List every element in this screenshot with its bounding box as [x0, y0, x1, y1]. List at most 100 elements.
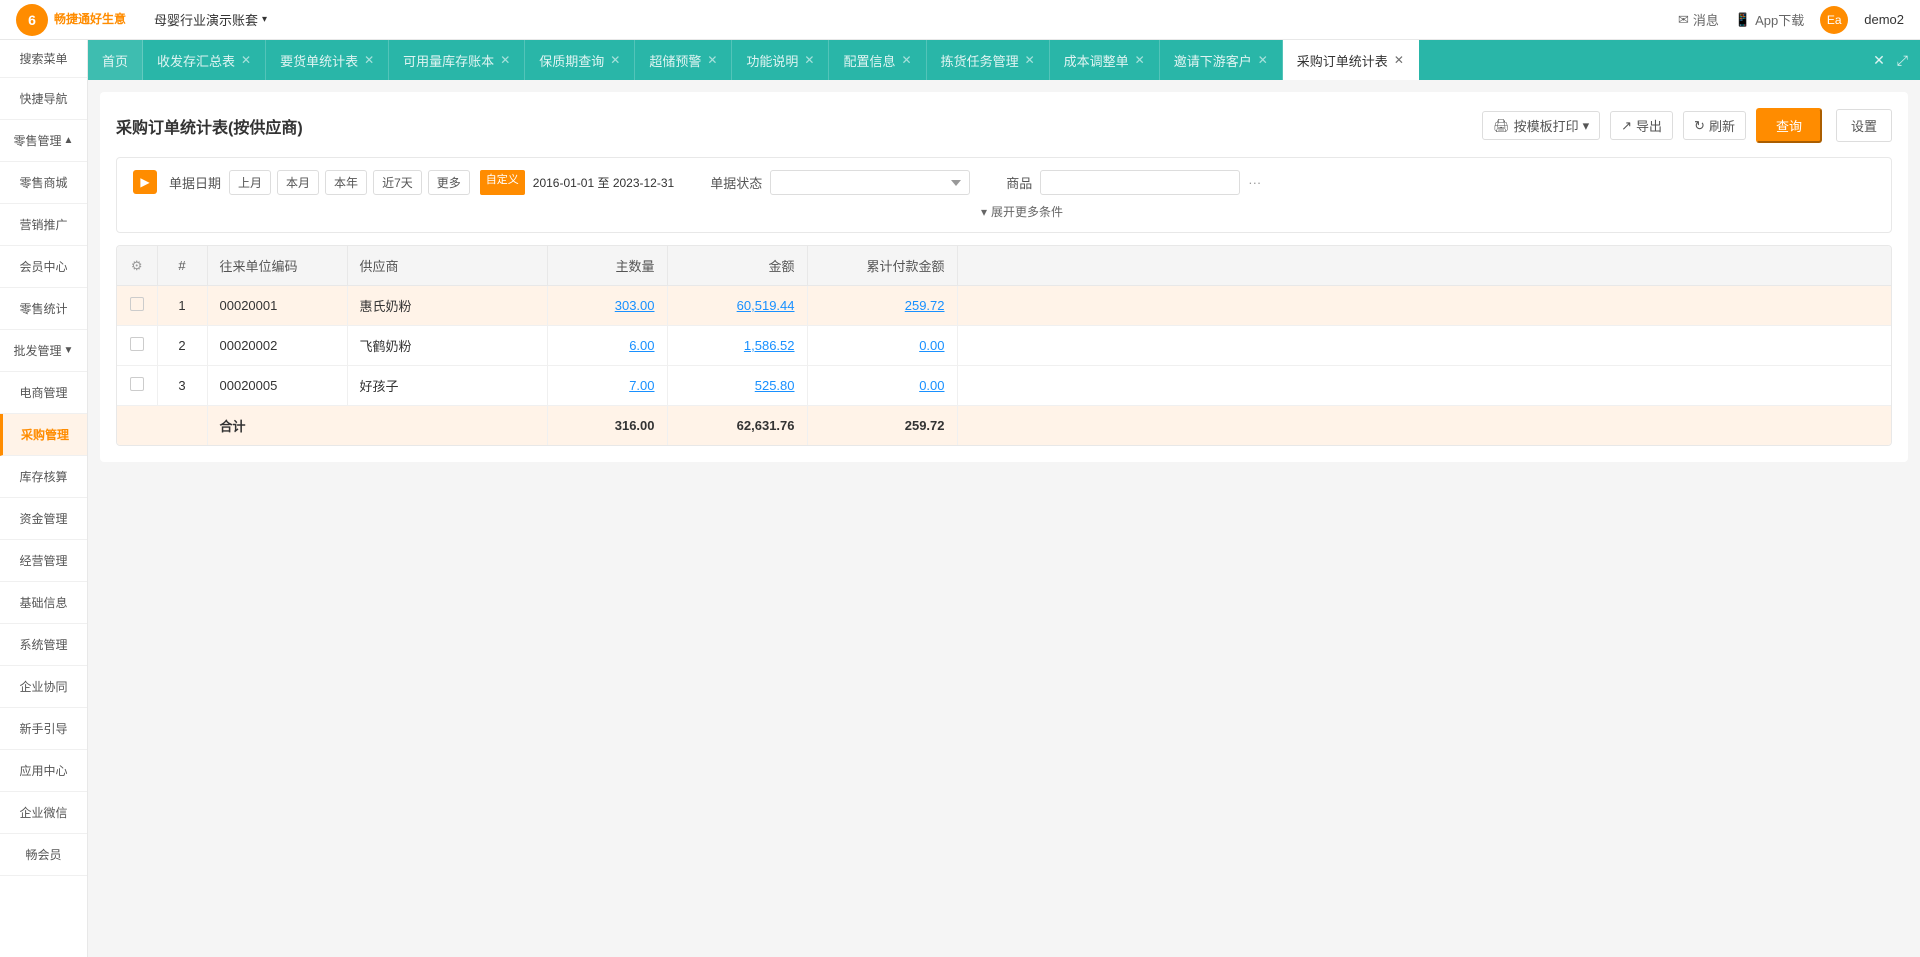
amount-link[interactable]: 60,519.44: [737, 298, 795, 313]
query-button[interactable]: 查询: [1756, 108, 1822, 143]
row-checkbox[interactable]: [117, 326, 157, 366]
sidebar-item-system[interactable]: 系统管理: [0, 624, 87, 666]
tab-cost-adjust[interactable]: 成本调整单 ✕: [1050, 40, 1160, 80]
tab-maximize-button[interactable]: ⤢: [1893, 50, 1912, 71]
filter-toggle-button[interactable]: ▶: [133, 170, 157, 194]
row-supplier: 飞鹤奶粉: [347, 326, 547, 366]
checkbox-icon[interactable]: [130, 377, 144, 391]
tab-close-icon[interactable]: ✕: [1025, 53, 1035, 67]
filter-7days[interactable]: 近7天: [373, 170, 422, 195]
filter-more-dates[interactable]: 更多: [428, 170, 470, 195]
qty-link[interactable]: 6.00: [629, 338, 654, 353]
status-select[interactable]: [770, 170, 970, 195]
filter-this-year[interactable]: 本年: [325, 170, 367, 195]
sidebar-item-members[interactable]: 会员中心: [0, 246, 87, 288]
print-button[interactable]: 🖨 按模板打印 ▾: [1482, 111, 1600, 140]
sidebar-item-retail-mgmt[interactable]: 零售管理 ▲: [0, 120, 87, 162]
amount-link[interactable]: 1,586.52: [744, 338, 795, 353]
tab-overstock[interactable]: 超储预警 ✕: [635, 40, 732, 80]
row-checkbox[interactable]: [117, 286, 157, 326]
tab-close-icon[interactable]: ✕: [241, 53, 251, 67]
tab-close-icon[interactable]: ✕: [500, 53, 510, 67]
tab-close-icon[interactable]: ✕: [364, 53, 374, 67]
paid-link[interactable]: 0.00: [919, 338, 944, 353]
sidebar-item-retail-store[interactable]: 零售商城: [0, 162, 87, 204]
workspace-selector[interactable]: 母婴行业演示账套 ▾: [154, 10, 267, 29]
chevron-down-icon: ▾: [262, 14, 267, 25]
settings-button[interactable]: 设置: [1836, 109, 1892, 142]
sidebar-item-quicknav[interactable]: 快捷导航: [0, 78, 87, 120]
content: 采购订单统计表(按供应商) 🖨 按模板打印 ▾ ↗ 导出 ↻: [88, 80, 1920, 957]
amount-link[interactable]: 525.80: [755, 378, 795, 393]
tab-invite-downstream[interactable]: 邀请下游客户 ✕: [1160, 40, 1283, 80]
sidebar-item-wholesale[interactable]: 批发管理 ▼: [0, 330, 87, 372]
tab-picking[interactable]: 拣货任务管理 ✕: [927, 40, 1050, 80]
sidebar-item-basic-info[interactable]: 基础信息: [0, 582, 87, 624]
sidebar-item-appcenter[interactable]: 应用中心: [0, 750, 87, 792]
export-button[interactable]: ↗ 导出: [1610, 111, 1673, 140]
page-actions: 🖨 按模板打印 ▾ ↗ 导出 ↻ 刷新 查询: [1482, 108, 1892, 143]
sidebar-item-retail-stats[interactable]: 零售统计: [0, 288, 87, 330]
expand-toggle: ▾ 展开更多条件: [169, 203, 1875, 220]
table-row: 2 00020002 飞鹤奶粉 6.00 1,586.52 0.00: [117, 326, 1891, 366]
filter-area: ▶ 单据日期 上月 本月 本年 近7天: [116, 157, 1892, 233]
tab-close-icon[interactable]: ✕: [1135, 53, 1145, 67]
col-header-supplier: 供应商: [347, 246, 547, 286]
refresh-button[interactable]: ↻ 刷新: [1683, 111, 1746, 140]
expand-more-button[interactable]: ▾ 展开更多条件: [981, 203, 1063, 220]
row-qty: 6.00: [547, 326, 667, 366]
table-header-row: ⚙ # 往来单位编码 供应商 主数量 金额 累计付款金额: [117, 246, 1891, 286]
sidebar-item-operations[interactable]: 经营管理: [0, 540, 87, 582]
filter-date-group: 单据日期 上月 本月 本年 近7天 更多 自定义: [169, 170, 674, 195]
tab-close-icon[interactable]: ✕: [804, 53, 814, 67]
tab-close-all-button[interactable]: ✕: [1869, 50, 1889, 71]
sidebar-item-collab[interactable]: 企业协同: [0, 666, 87, 708]
sidebar-item-member-card[interactable]: 畅会员: [0, 834, 87, 876]
filter-last-month[interactable]: 上月: [229, 170, 271, 195]
goods-input[interactable]: [1040, 170, 1240, 195]
filter-this-month[interactable]: 本月: [277, 170, 319, 195]
sidebar-item-search[interactable]: 搜索菜单: [0, 40, 87, 78]
message-button[interactable]: ✉ 消息: [1678, 10, 1719, 29]
paid-link[interactable]: 259.72: [905, 298, 945, 313]
tab-purchase-stats[interactable]: 采购订单统计表 ✕: [1283, 40, 1419, 80]
page-title: 采购订单统计表(按供应商): [116, 114, 303, 138]
row-paid: 259.72: [807, 286, 957, 326]
tab-home[interactable]: 首页: [88, 40, 143, 80]
tab-close-icon[interactable]: ✕: [1258, 53, 1268, 67]
sidebar-item-finance[interactable]: 资金管理: [0, 498, 87, 540]
goods-more-icon[interactable]: ···: [1248, 175, 1261, 190]
app-download-button[interactable]: 📱 App下载: [1735, 10, 1804, 29]
sidebar-item-purchase[interactable]: 采购管理: [0, 414, 87, 456]
row-checkbox[interactable]: [117, 366, 157, 406]
col-header-qty: 主数量: [547, 246, 667, 286]
tab-function-desc[interactable]: 功能说明 ✕: [732, 40, 829, 80]
row-rest: [957, 366, 1891, 406]
tab-order-stats[interactable]: 要货单统计表 ✕: [266, 40, 389, 80]
tab-close-icon[interactable]: ✕: [902, 53, 912, 67]
tab-expiry[interactable]: 保质期查询 ✕: [525, 40, 635, 80]
paid-link[interactable]: 0.00: [919, 378, 944, 393]
row-paid: 0.00: [807, 326, 957, 366]
tab-config[interactable]: 配置信息 ✕: [829, 40, 926, 80]
settings-icon[interactable]: ⚙: [131, 258, 143, 273]
tab-close-icon[interactable]: ✕: [610, 53, 620, 67]
avatar[interactable]: Ea: [1820, 6, 1848, 34]
checkbox-icon[interactable]: [130, 337, 144, 351]
sidebar-item-wechat[interactable]: 企业微信: [0, 792, 87, 834]
sidebar-item-newbie[interactable]: 新手引导: [0, 708, 87, 750]
tab-close-icon[interactable]: ✕: [1394, 53, 1404, 67]
custom-badge: 自定义: [480, 170, 525, 195]
goods-label: 商品: [1006, 173, 1032, 192]
qty-link[interactable]: 303.00: [615, 298, 655, 313]
tab-receive-summary[interactable]: 收发存汇总表 ✕: [143, 40, 266, 80]
tab-available-stock[interactable]: 可用量库存账本 ✕: [389, 40, 525, 80]
checkbox-icon[interactable]: [130, 297, 144, 311]
qty-link[interactable]: 7.00: [629, 378, 654, 393]
tab-close-icon[interactable]: ✕: [707, 53, 717, 67]
logo-text: 畅捷通好生意: [54, 12, 126, 26]
row-amount: 1,586.52: [667, 326, 807, 366]
sidebar-item-marketing[interactable]: 营销推广: [0, 204, 87, 246]
sidebar-item-ecommerce[interactable]: 电商管理: [0, 372, 87, 414]
sidebar-item-inventory[interactable]: 库存核算: [0, 456, 87, 498]
